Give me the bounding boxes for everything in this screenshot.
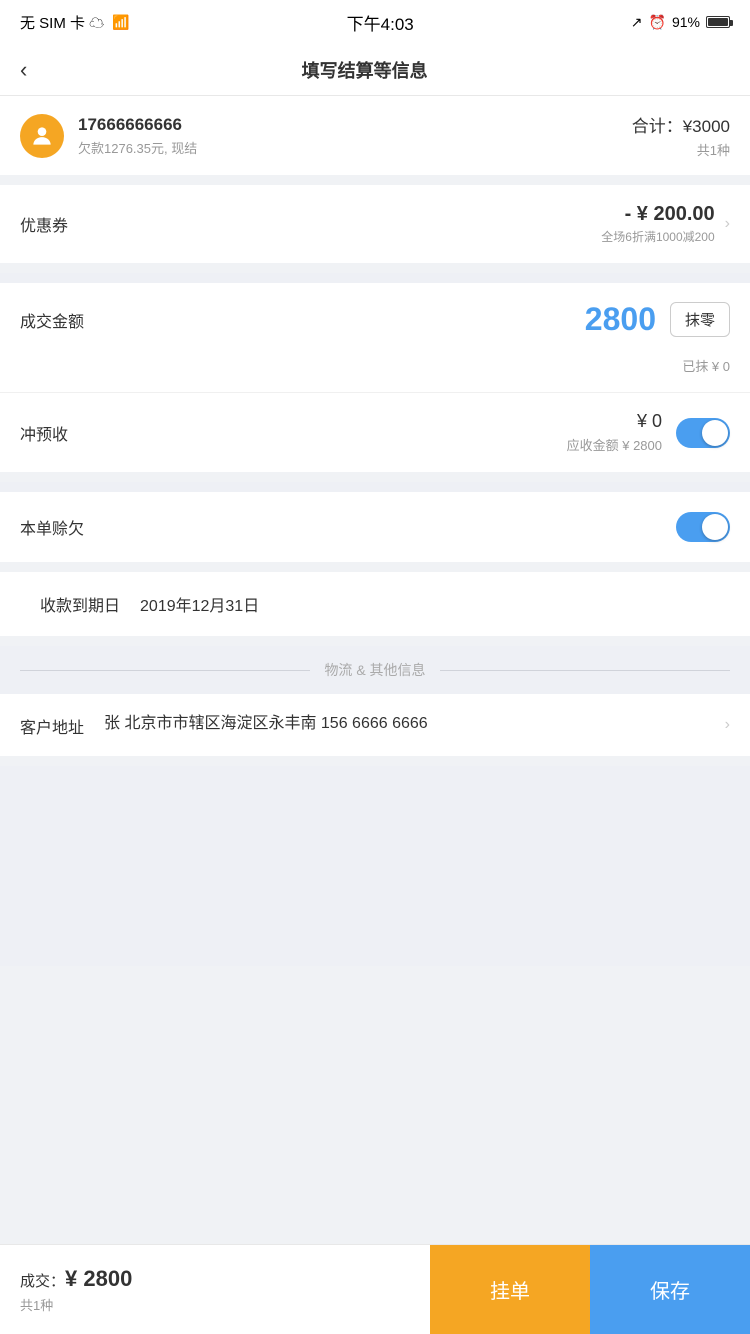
- amount-row: 成交金额 2800 抹零: [0, 283, 750, 356]
- chevron-icon: ›: [725, 215, 730, 233]
- divider-line-left: [20, 670, 310, 671]
- address-label: 客户地址: [20, 712, 84, 738]
- due-section: 收款到期日2019年12月31日: [0, 572, 750, 636]
- prepay-toggle[interactable]: [676, 418, 730, 448]
- battery-icon: [706, 16, 730, 28]
- divider-line-right: [440, 670, 730, 671]
- deal-amount: ¥ 2800: [65, 1266, 132, 1291]
- round-button[interactable]: 抹零: [670, 302, 730, 337]
- debt-toggle[interactable]: [676, 512, 730, 542]
- status-bar: 无 SIM 卡 ☁ 📶 下午4:03 ↗ ⏰ 91%: [0, 0, 750, 44]
- bottom-deal: 成交：¥ 2800: [20, 1266, 410, 1292]
- due-label: 收款到期日2019年12月31日: [20, 598, 259, 615]
- status-left: 无 SIM 卡 ☁ 📶: [20, 12, 130, 33]
- separator-1: [0, 273, 750, 283]
- prepay-right: ¥ 0 应收金额 ¥ 2800: [567, 411, 730, 454]
- gray-background: [0, 766, 750, 966]
- customer-info: 17666666666 欠款1276.35元, 现结: [78, 115, 197, 157]
- avatar: [20, 114, 64, 158]
- address-chevron-icon: ›: [725, 712, 730, 734]
- separator-2: [0, 482, 750, 492]
- clock-icon: ⏰: [649, 14, 666, 31]
- customer-left: 17666666666 欠款1276.35元, 现结: [20, 114, 197, 158]
- divider-text: 物流 & 其他信息: [324, 660, 425, 680]
- status-right: ↗ ⏰ 91%: [631, 14, 730, 31]
- coupon-amount-block: - ¥ 200.00 全场6折满1000减200: [601, 203, 714, 245]
- customer-row: 17666666666 欠款1276.35元, 现结 合计：¥3000 共1种: [0, 96, 750, 175]
- bottom-bar: 成交：¥ 2800 共1种 挂单 保存: [0, 1244, 750, 1334]
- debt-label: 本单赊欠: [20, 515, 84, 539]
- battery-label: 91%: [672, 14, 700, 30]
- address-content: 张 北京市市辖区海淀区永丰南 156 6666 6666: [104, 712, 705, 736]
- amount-section: 成交金额 2800 抹零 已抹 ¥ 0 冲预收 ¥ 0 应收金额 ¥ 2800: [0, 283, 750, 472]
- total-sub: 共1种: [632, 140, 730, 159]
- prepay-amount: ¥ 0: [567, 411, 662, 432]
- customer-phone: 17666666666: [78, 115, 197, 135]
- prepay-label: 冲预收: [20, 421, 68, 445]
- toggle-knob: [702, 420, 728, 446]
- nav-bar: ‹ 填写结算等信息: [0, 44, 750, 96]
- deal-prefix: 成交：: [20, 1273, 65, 1290]
- bottom-info: 成交：¥ 2800 共1种: [0, 1266, 430, 1314]
- location-icon: ↗: [631, 14, 643, 31]
- coupon-amount: - ¥ 200.00: [601, 203, 714, 226]
- save-button[interactable]: 保存: [590, 1245, 750, 1334]
- coupon-row[interactable]: 优惠券 - ¥ 200.00 全场6折满1000减200 ›: [0, 185, 750, 263]
- coupon-right: - ¥ 200.00 全场6折满1000减200 ›: [601, 203, 730, 245]
- prepay-row: 冲预收 ¥ 0 应收金额 ¥ 2800: [0, 392, 750, 472]
- hold-button[interactable]: 挂单: [430, 1245, 590, 1334]
- page-title: 填写结算等信息: [39, 57, 690, 83]
- back-button[interactable]: ‹: [20, 49, 39, 91]
- debt-section: 本单赊欠: [0, 492, 750, 562]
- amount-sub: 已抹 ¥ 0: [682, 359, 730, 374]
- amount-right: 2800 抹零: [585, 301, 730, 338]
- coupon-label: 优惠券: [20, 212, 68, 236]
- coupon-sub: 全场6折满1000减200: [601, 228, 714, 245]
- prepay-vals: ¥ 0 应收金额 ¥ 2800: [567, 411, 662, 454]
- logistics-divider: 物流 & 其他信息: [0, 646, 750, 694]
- total-amount: 合计：¥3000: [632, 112, 730, 137]
- prepay-sub: 应收金额 ¥ 2800: [567, 435, 662, 454]
- content: 17666666666 欠款1276.35元, 现结 合计：¥3000 共1种 …: [0, 96, 750, 1066]
- coupon-section[interactable]: 优惠券 - ¥ 200.00 全场6折满1000减200 ›: [0, 185, 750, 263]
- address-section[interactable]: 客户地址 张 北京市市辖区海淀区永丰南 156 6666 6666 ›: [0, 694, 750, 756]
- wifi-icon: 📶: [112, 14, 129, 31]
- bottom-count: 共1种: [20, 1295, 410, 1314]
- amount-label: 成交金额: [20, 308, 84, 332]
- customer-right: 合计：¥3000 共1种: [632, 112, 730, 159]
- amount-value: 2800: [585, 301, 656, 338]
- status-time: 下午4:03: [347, 10, 414, 35]
- customer-sub: 欠款1276.35元, 现结: [78, 138, 197, 157]
- sim-label: 无 SIM 卡 ☁: [20, 12, 104, 33]
- debt-toggle-knob: [702, 514, 728, 540]
